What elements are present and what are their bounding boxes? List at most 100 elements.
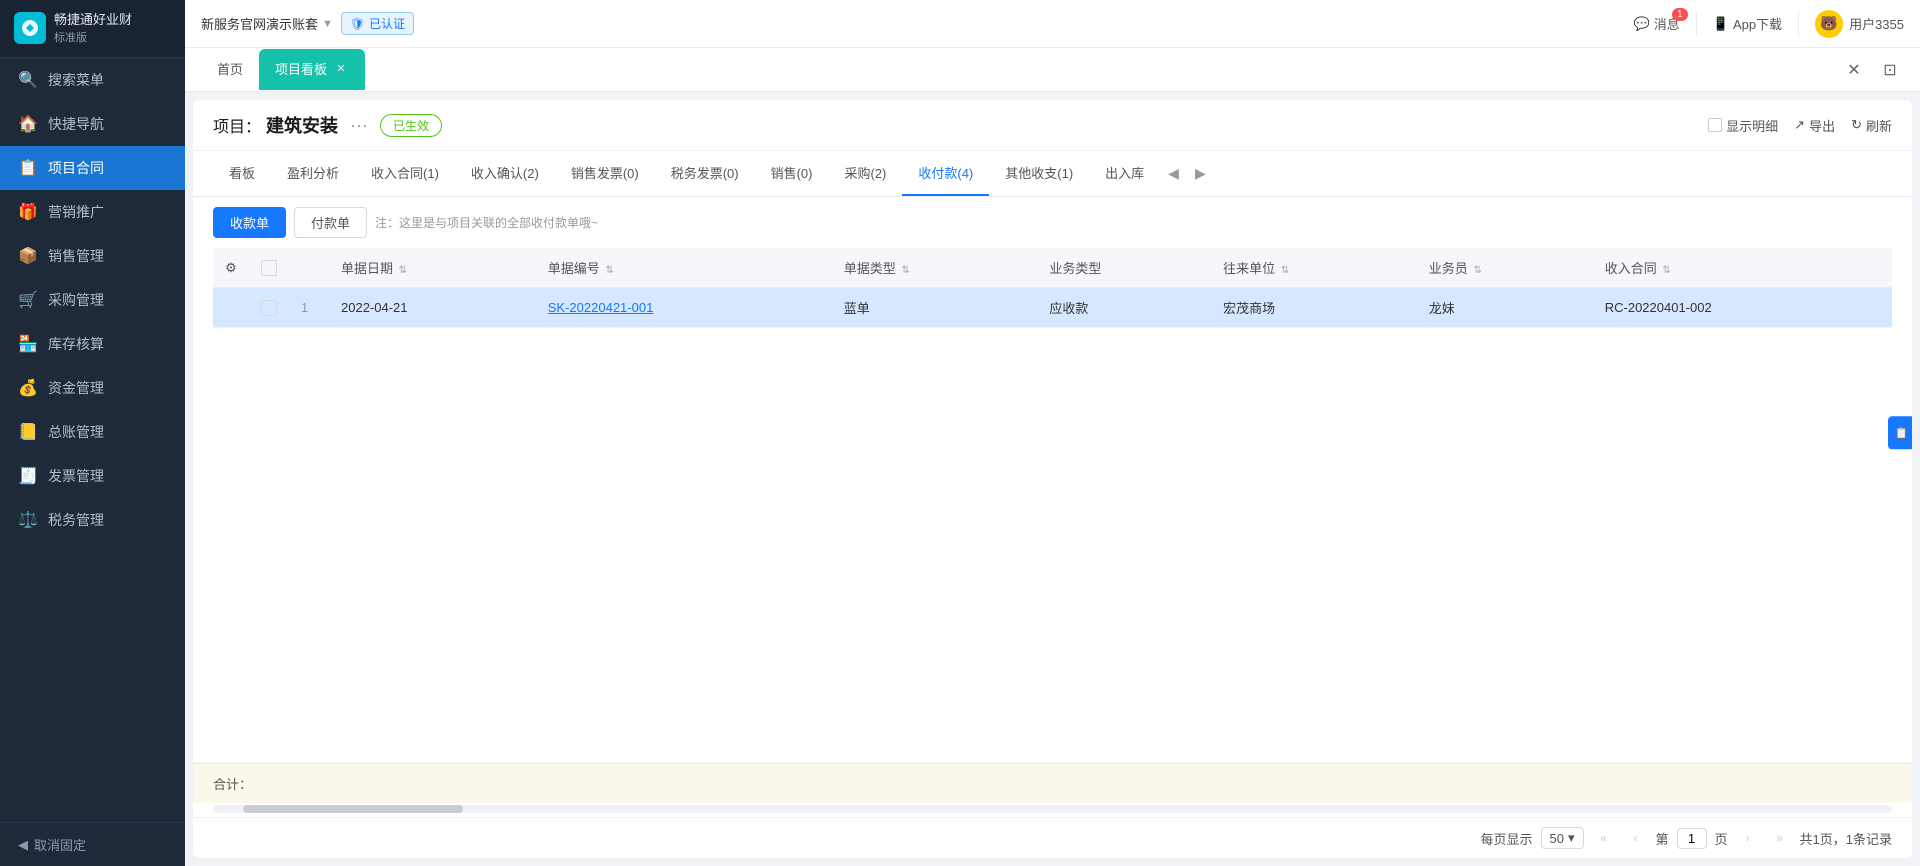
checkbox-header[interactable] <box>249 248 289 288</box>
date-header[interactable]: 单据日期 ⇅ <box>329 248 536 288</box>
horizontal-scrollbar[interactable] <box>213 805 1892 813</box>
row-settings <box>213 288 249 328</box>
sub-nav-sales-invoice[interactable]: 销售发票(0) <box>555 151 655 196</box>
account-selector[interactable]: 新服务官网演示账套 ▼ <box>201 14 333 33</box>
sidebar-item-tax[interactable]: ⚖️ 税务管理 <box>0 498 185 542</box>
prev-page-button[interactable]: ‹ <box>1624 826 1648 850</box>
sub-nav-income-contract[interactable]: 收入合同(1) <box>355 151 455 196</box>
main-area: 新服务官网演示账套 ▼ 🛡 已认证 💬 消息 1 📱 App下载 🐻 用 <box>185 0 1920 866</box>
sidebar-item-label: 销售管理 <box>48 246 104 266</box>
logo-subtitle: 标准版 <box>54 29 132 45</box>
tab-switcher: 收款单 付款单 注：这里是与项目关联的全部收付款单哦~ <box>193 197 1912 248</box>
receipt-tab-button[interactable]: 收款单 <box>213 207 286 238</box>
last-page-button[interactable]: » <box>1768 826 1792 850</box>
sidebar-item-label: 项目合同 <box>48 158 104 178</box>
sidebar-item-search[interactable]: 🔍 搜索菜单 <box>0 58 185 102</box>
export-button[interactable]: ↗ 导出 <box>1794 116 1835 135</box>
row-biz-type: 应收款 <box>1037 288 1211 328</box>
tab-home-label: 首页 <box>217 59 243 78</box>
sidebar-item-invoice[interactable]: 🧾 发票管理 <box>0 454 185 498</box>
username: 用户3355 <box>1849 14 1904 33</box>
code-header[interactable]: 单据编号 ⇅ <box>536 248 832 288</box>
per-page-label: 每页显示 <box>1480 829 1532 848</box>
table-row[interactable]: 1 2022-04-21 SK-20220421-001 蓝单 应收款 宏茂商场… <box>213 288 1892 328</box>
sub-nav-tax-invoice[interactable]: 税务发票(0) <box>655 151 755 196</box>
project-icon: 📋 <box>18 158 38 178</box>
sidebar-item-inventory[interactable]: 🏪 库存核算 <box>0 322 185 366</box>
refresh-button[interactable]: ↻ 刷新 <box>1851 116 1892 135</box>
sub-nav-warehouse[interactable]: 出入库 <box>1089 151 1160 196</box>
app-download-button[interactable]: 📱 App下载 <box>1713 14 1782 33</box>
certified-text: 已认证 <box>369 15 405 32</box>
payment-tab-button[interactable]: 付款单 <box>294 207 367 238</box>
topbar-right: 💬 消息 1 📱 App下载 🐻 用户3355 <box>1634 10 1904 38</box>
sidebar-item-label: 采购管理 <box>48 290 104 310</box>
sidebar-item-project[interactable]: 📋 项目合同 <box>0 146 185 190</box>
sort-icon: ⇅ <box>399 265 407 276</box>
row-num: 1 <box>289 288 329 328</box>
salesman-header[interactable]: 业务员 ⇅ <box>1417 248 1593 288</box>
table-wrap: ⚙ 单据日期 ⇅ 单据编号 ⇅ 单据类型 ⇅ <box>193 248 1912 763</box>
project-prefix: 项目： <box>213 119 261 136</box>
sidebar-item-label: 搜索菜单 <box>48 70 104 90</box>
scrollbar-row <box>193 803 1912 817</box>
account-name: 新服务官网演示账套 <box>201 14 318 33</box>
partner-header[interactable]: 往来单位 ⇅ <box>1211 248 1417 288</box>
divider2 <box>1798 12 1799 36</box>
refresh-icon: ↻ <box>1851 117 1862 133</box>
tab-project-board[interactable]: 项目看板 ✕ <box>259 49 365 90</box>
page-number-input[interactable] <box>1677 828 1707 849</box>
maximize-window-button[interactable]: ⊡ <box>1876 56 1904 84</box>
row-checkbox-cell[interactable] <box>249 288 289 328</box>
show-detail-checkbox[interactable]: 显示明细 <box>1708 116 1778 135</box>
sub-nav-sales[interactable]: 销售(0) <box>755 151 829 196</box>
ledger-icon: 📒 <box>18 422 38 442</box>
first-page-button[interactable]: « <box>1592 826 1616 850</box>
sidebar-item-label: 总账管理 <box>48 422 104 442</box>
row-salesman: 龙妹 <box>1417 288 1593 328</box>
sub-nav-purchase[interactable]: 采购(2) <box>828 151 902 196</box>
sidebar-item-purchase[interactable]: 🛒 采购管理 <box>0 278 185 322</box>
type-header[interactable]: 单据类型 ⇅ <box>832 248 1038 288</box>
sub-nav-next[interactable]: ▶ <box>1187 157 1214 190</box>
checkbox-icon[interactable] <box>1708 118 1722 132</box>
sidebar-item-label: 发票管理 <box>48 466 104 486</box>
receipts-table: ⚙ 单据日期 ⇅ 单据编号 ⇅ 单据类型 ⇅ <box>213 248 1892 328</box>
right-panel-tab[interactable]: 📋 <box>1888 416 1912 449</box>
page-suffix: 页 <box>1715 829 1728 848</box>
sidebar-item-general-ledger[interactable]: 📒 总账管理 <box>0 410 185 454</box>
sidebar-item-finance[interactable]: 💰 资金管理 <box>0 366 185 410</box>
scrollbar-thumb[interactable] <box>243 805 463 813</box>
sort-icon2: ⇅ <box>605 265 613 276</box>
sidebar-item-marketing[interactable]: 🎁 营销推广 <box>0 190 185 234</box>
sub-nav-other-income[interactable]: 其他收支(1) <box>989 151 1089 196</box>
sub-nav: 看板 盈利分析 收入合同(1) 收入确认(2) 销售发票(0) 税务发票(0) … <box>193 151 1912 197</box>
tab-close-button[interactable]: ✕ <box>333 61 349 77</box>
sidebar-item-quick-nav[interactable]: 🏠 快捷导航 <box>0 102 185 146</box>
settings-header[interactable]: ⚙ <box>213 248 249 288</box>
sub-nav-board[interactable]: 看板 <box>213 151 271 196</box>
sub-nav-prev[interactable]: ◀ <box>1160 157 1187 190</box>
row-code[interactable]: SK-20220421-001 <box>536 288 832 328</box>
project-name: 建筑安装 <box>266 116 338 136</box>
inventory-icon: 🏪 <box>18 334 38 354</box>
sidebar-item-sales[interactable]: 📦 销售管理 <box>0 234 185 278</box>
income-contract-header[interactable]: 收入合同 ⇅ <box>1593 248 1892 288</box>
close-window-button[interactable]: ✕ <box>1840 56 1868 84</box>
unpin-button[interactable]: ◀ 取消固定 <box>0 822 185 866</box>
sort-icon4: ⇅ <box>1281 265 1289 276</box>
user-profile[interactable]: 🐻 用户3355 <box>1815 10 1904 38</box>
sub-nav-receipts[interactable]: 收付款(4) <box>902 151 989 196</box>
messages-button[interactable]: 💬 消息 1 <box>1634 14 1680 33</box>
per-page-select[interactable]: 50 ▾ <box>1541 827 1584 849</box>
sub-nav-income-confirm[interactable]: 收入确认(2) <box>455 151 555 196</box>
table-footer: 合计： <box>193 763 1912 803</box>
more-options-button[interactable]: ··· <box>350 115 368 136</box>
next-page-button[interactable]: › <box>1736 826 1760 850</box>
pagination: 每页显示 50 ▾ « ‹ 第 页 › » 共1页，1条记录 <box>193 817 1912 858</box>
tab-home[interactable]: 首页 <box>201 49 259 90</box>
finance-icon: 💰 <box>18 378 38 398</box>
sub-nav-profit[interactable]: 盈利分析 <box>271 151 355 196</box>
tabbar: 首页 项目看板 ✕ ✕ ⊡ <box>185 48 1920 92</box>
per-page-value: 50 <box>1550 831 1564 846</box>
